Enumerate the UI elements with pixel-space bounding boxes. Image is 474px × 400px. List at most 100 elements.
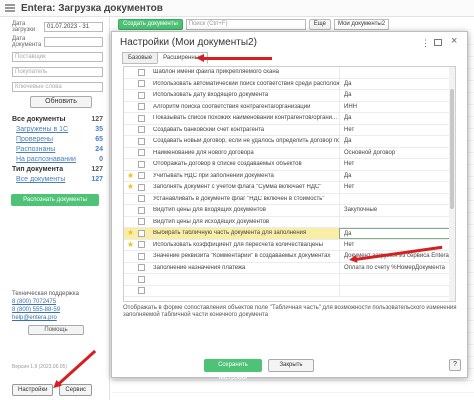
- more-button[interactable]: Еще: [308, 18, 331, 30]
- setting-value[interactable]: Да: [339, 136, 455, 147]
- status-recognizing[interactable]: На распознавании 0: [12, 156, 103, 166]
- hamburger-menu-icon[interactable]: [5, 4, 15, 12]
- row-checkbox[interactable]: [138, 218, 145, 226]
- setting-name: Шаблон имени файла прикрепляемого скана: [153, 69, 280, 76]
- settings-row[interactable]: Наименование для нового договора Основной…: [124, 147, 455, 159]
- row-checkbox[interactable]: [138, 206, 145, 214]
- settings-row[interactable]: [124, 274, 455, 286]
- star-icon: ★: [126, 170, 135, 180]
- update-button[interactable]: Обновить: [30, 96, 92, 108]
- setting-value[interactable]: [339, 285, 455, 296]
- settings-row[interactable]: Создавать новый договор, если не удалось…: [124, 136, 455, 148]
- row-checkbox[interactable]: [138, 195, 145, 203]
- setting-value[interactable]: [339, 274, 455, 285]
- upload-date-field[interactable]: 01.07.2023 - 31: [44, 22, 103, 32]
- setting-value[interactable]: Да: [339, 170, 455, 181]
- settings-row[interactable]: Алгоритм поиска соответствия контрагента…: [124, 101, 455, 113]
- setting-name: Вид/тип цены для исходящих документов: [153, 218, 270, 225]
- row-checkbox[interactable]: [138, 252, 145, 260]
- recognize-documents-button[interactable]: Распознать документы: [11, 194, 99, 206]
- settings-row[interactable]: ★ Использовать коэффициент для пересчета …: [124, 239, 455, 251]
- doc-type-header[interactable]: Тип документа 127: [12, 166, 103, 176]
- settings-row[interactable]: Показывать список похожих наименований к…: [124, 113, 455, 125]
- close-button[interactable]: Закрыть: [268, 359, 314, 372]
- settings-row[interactable]: Устанавливать в документе флаг "НДС вклю…: [124, 193, 455, 205]
- status-all[interactable]: Все документы 127: [12, 116, 103, 126]
- version-text: Версия 1.9 (2023.06.05): [12, 364, 67, 370]
- row-checkbox[interactable]: [138, 126, 145, 134]
- row-checkbox[interactable]: [138, 91, 145, 99]
- settings-row[interactable]: Использовать дату входящего документа Да: [124, 90, 455, 102]
- setting-name: Алгоритм поиска соответствия контрагента…: [153, 103, 311, 110]
- row-checkbox[interactable]: [138, 183, 145, 191]
- setting-value[interactable]: Нет: [339, 124, 455, 135]
- row-checkbox[interactable]: [138, 80, 145, 88]
- dialog-title: Настройки (Мои документы2): [120, 37, 257, 48]
- setting-value[interactable]: Да: [339, 228, 455, 239]
- row-checkbox[interactable]: [138, 68, 145, 76]
- settings-row[interactable]: Заполнение назначения платежа Оплата по с…: [124, 262, 455, 274]
- row-checkbox[interactable]: [138, 114, 145, 122]
- dialog-close-icon[interactable]: ×: [451, 35, 457, 47]
- doc-date-field[interactable]: [44, 37, 103, 47]
- settings-row[interactable]: Отображать договор в списке создаваемых …: [124, 159, 455, 171]
- row-checkbox[interactable]: [138, 275, 145, 283]
- service-button[interactable]: Сервис: [59, 384, 92, 396]
- setting-value[interactable]: Основной договор: [339, 147, 455, 158]
- settings-row[interactable]: [124, 285, 455, 297]
- row-checkbox[interactable]: [138, 149, 145, 157]
- setting-hint-text: Отображать в форме сопоставления объекто…: [123, 305, 457, 318]
- row-checkbox[interactable]: [138, 241, 145, 249]
- status-loaded-1c[interactable]: Загружены в 1С 35: [12, 126, 103, 136]
- setting-value[interactable]: ИНН: [339, 101, 455, 112]
- create-documents-button[interactable]: Создать документы: [118, 18, 183, 30]
- settings-row[interactable]: ★ Выбирать табличную часть документа для …: [124, 228, 455, 240]
- settings-row[interactable]: ★ Учитывать НДС при заполнении документа Д…: [124, 170, 455, 182]
- settings-row[interactable]: Создавать банковский счет контрагента Нет: [124, 124, 455, 136]
- setting-value[interactable]: Да: [339, 113, 455, 124]
- doc-type-all[interactable]: Все документы 127: [12, 176, 103, 186]
- app-titlebar: Entera: Загрузка документов: [0, 0, 474, 17]
- row-checkbox[interactable]: [138, 160, 145, 168]
- settings-row[interactable]: Вид/тип цены для входящих документов Заку…: [124, 205, 455, 217]
- row-checkbox[interactable]: [138, 137, 145, 145]
- setting-name: Использовать коэффициент для пересчета к…: [153, 241, 323, 248]
- status-checked[interactable]: Проверены 65: [12, 136, 103, 146]
- help-button[interactable]: Помощь: [28, 325, 84, 335]
- settings-row[interactable]: Использовать автоматический поиск соотве…: [124, 78, 455, 90]
- search-input[interactable]: Поиск (Ctrl+F): [185, 18, 306, 30]
- setting-value[interactable]: Оплата по счету %НомерДокумента: [339, 262, 455, 273]
- support-phone-1[interactable]: 8 (800) 7072475: [12, 298, 102, 306]
- setting-value[interactable]: Нет: [339, 159, 455, 170]
- row-checkbox[interactable]: [138, 264, 145, 272]
- row-checkbox[interactable]: [138, 103, 145, 111]
- settings-button[interactable]: Настройки: [12, 384, 54, 396]
- buyer-field[interactable]: Покупатель: [12, 67, 103, 77]
- setting-value[interactable]: [339, 193, 455, 204]
- supplier-field[interactable]: Поставщик: [12, 52, 103, 62]
- status-recognized[interactable]: Распознаны 24: [12, 146, 103, 156]
- dialog-help-button[interactable]: ?: [449, 359, 461, 371]
- setting-value[interactable]: [339, 216, 455, 227]
- setting-value[interactable]: Закупочные: [339, 205, 455, 216]
- dialog-more-icon[interactable]: ⋮: [421, 38, 431, 49]
- tab-basic[interactable]: Базовые: [122, 52, 159, 64]
- setting-value[interactable]: Нет: [339, 182, 455, 193]
- row-checkbox[interactable]: [138, 229, 145, 237]
- keywords-field[interactable]: Ключевые слова: [12, 82, 103, 92]
- settings-row[interactable]: ★ Заполнять документ с учетом флага "Сумм…: [124, 182, 455, 194]
- save-settings-button[interactable]: Сохранить настройки: [204, 359, 262, 381]
- support-phone-2[interactable]: 8 (800) 555-88-59: [12, 306, 102, 314]
- setting-value[interactable]: Да: [339, 90, 455, 101]
- setting-value[interactable]: Да: [339, 78, 455, 89]
- dialog-maximize-icon[interactable]: [434, 39, 442, 46]
- settings-row[interactable]: Шаблон имени файла прикрепляемого скана: [124, 67, 455, 79]
- my-documents-dropdown[interactable]: Мои документы2: [334, 18, 390, 30]
- settings-row[interactable]: Вид/тип цены для исходящих документов: [124, 216, 455, 228]
- row-checkbox[interactable]: [138, 172, 145, 180]
- row-checkbox[interactable]: [138, 287, 145, 295]
- support-email[interactable]: help@entera.pro: [12, 314, 102, 322]
- table-scrollbar[interactable]: [449, 67, 455, 301]
- setting-value[interactable]: [339, 67, 455, 78]
- table-scroll-thumb[interactable]: [450, 89, 454, 209]
